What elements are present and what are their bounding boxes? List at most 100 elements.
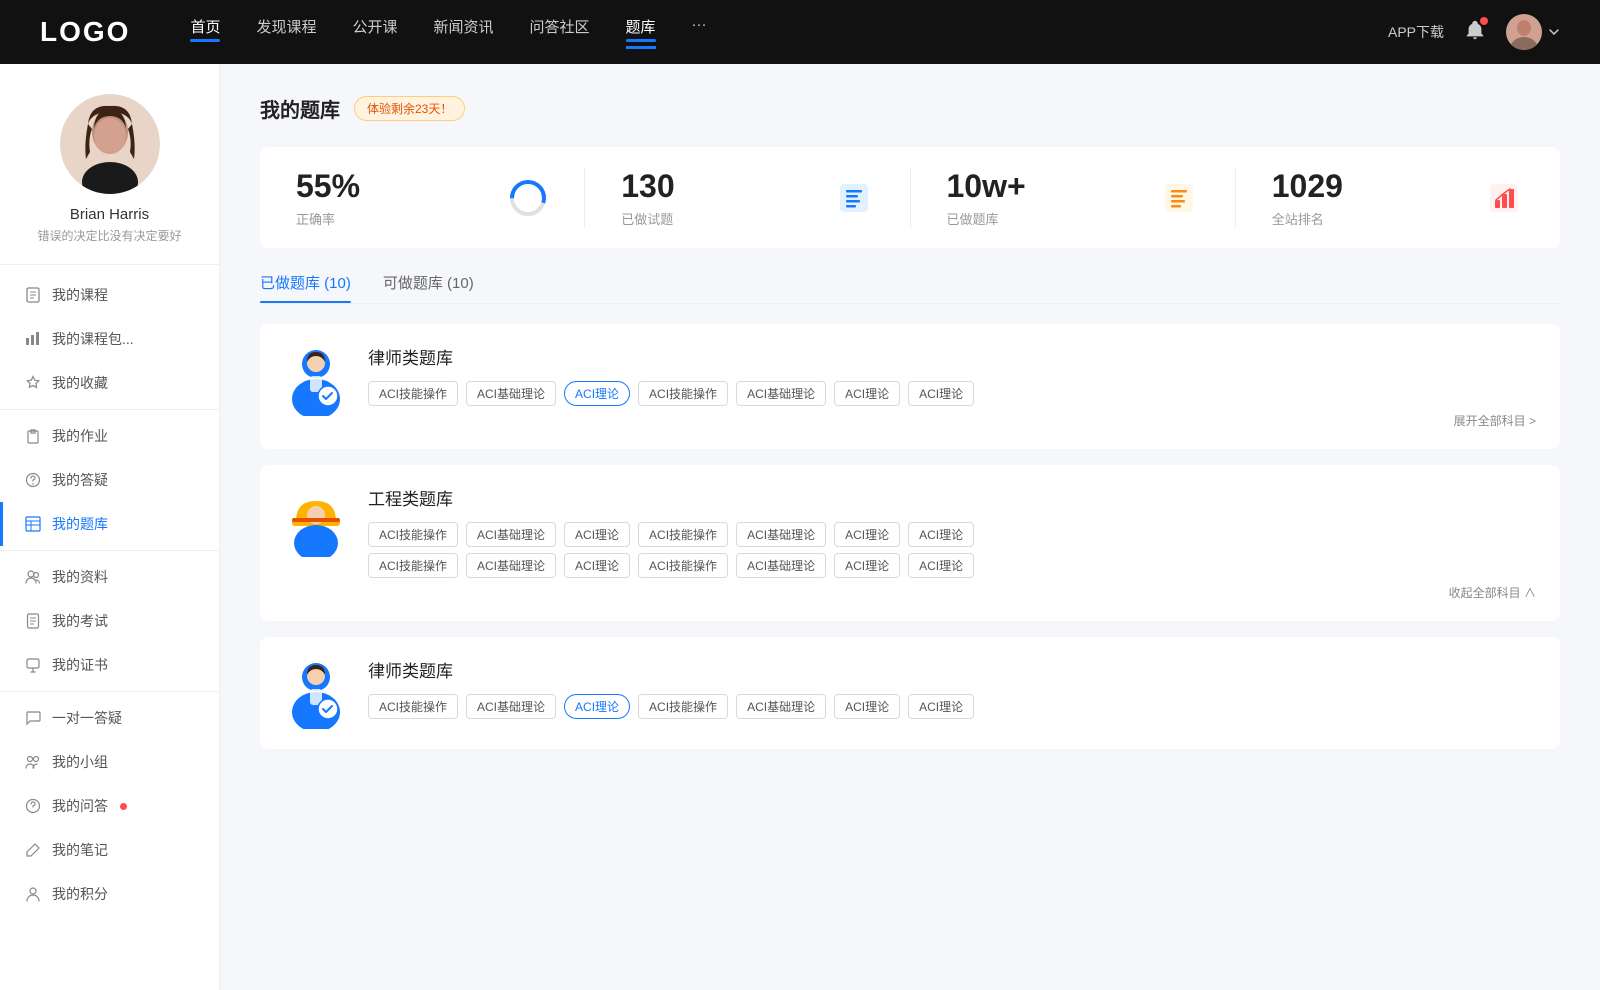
nav-item-open-course[interactable]: 公开课 bbox=[352, 16, 397, 49]
sidebar-item-profile[interactable]: 我的资料 bbox=[0, 555, 219, 599]
stat-text: 1029 全站排名 bbox=[1272, 167, 1484, 228]
tag-item[interactable]: ACI理论 bbox=[564, 553, 630, 578]
sidebar-label: 我的考试 bbox=[52, 611, 108, 631]
profile-avatar-image bbox=[60, 94, 160, 194]
tag-item[interactable]: ACI技能操作 bbox=[638, 522, 728, 547]
sidebar-label: 我的证书 bbox=[52, 655, 108, 675]
users-icon bbox=[24, 753, 42, 771]
sidebar-item-exam[interactable]: 我的考试 bbox=[0, 599, 219, 643]
tag-item[interactable]: ACI技能操作 bbox=[368, 381, 458, 406]
chevron-down-icon bbox=[1548, 26, 1560, 38]
tag-item[interactable]: ACI理论 bbox=[834, 694, 900, 719]
bank-icon-lawyer-2 bbox=[284, 657, 348, 729]
tag-item[interactable]: ACI理论 bbox=[908, 694, 974, 719]
chart-bar-icon bbox=[24, 330, 42, 348]
nav-item-more[interactable]: ··· bbox=[692, 16, 707, 49]
table-icon bbox=[24, 515, 42, 533]
sidebar-item-answers[interactable]: 我的答疑 bbox=[0, 458, 219, 502]
pen-icon bbox=[24, 841, 42, 859]
tags-row-1: ACI技能操作 ACI基础理论 ACI理论 ACI技能操作 ACI基础理论 AC… bbox=[368, 381, 1536, 406]
profile-name: Brian Harris bbox=[70, 206, 149, 223]
tag-item[interactable]: ACI技能操作 bbox=[368, 694, 458, 719]
sidebar-label: 我的笔记 bbox=[52, 840, 108, 860]
tag-item[interactable]: ACI理论 bbox=[834, 553, 900, 578]
sidebar-item-courses[interactable]: 我的课程 bbox=[0, 273, 219, 317]
app-download-link[interactable]: APP下载 bbox=[1388, 22, 1444, 42]
stat-value: 1029 bbox=[1272, 167, 1484, 205]
trial-badge: 体验剩余23天！ bbox=[354, 96, 465, 121]
sidebar-item-group[interactable]: 我的小组 bbox=[0, 740, 219, 784]
bank-name: 律师类题库 bbox=[368, 657, 1536, 682]
sidebar-label: 我的收藏 bbox=[52, 373, 108, 393]
bank-info: 工程类题库 ACI技能操作 ACI基础理论 ACI理论 ACI技能操作 ACI基… bbox=[368, 485, 1536, 601]
file-text-icon bbox=[24, 612, 42, 630]
stat-ranking: 1029 全站排名 bbox=[1236, 167, 1560, 228]
tag-item[interactable]: ACI基础理论 bbox=[736, 522, 826, 547]
question-circle-icon bbox=[24, 471, 42, 489]
tag-item[interactable]: ACI基础理论 bbox=[736, 694, 826, 719]
stat-text: 55% 正确率 bbox=[296, 167, 508, 228]
stat-value: 130 bbox=[621, 167, 833, 205]
tag-item[interactable]: ACI理论 bbox=[834, 522, 900, 547]
stat-value: 55% bbox=[296, 167, 508, 205]
tag-item[interactable]: ACI技能操作 bbox=[638, 553, 728, 578]
tags-row-1: ACI技能操作 ACI基础理论 ACI理论 ACI技能操作 ACI基础理论 AC… bbox=[368, 522, 1536, 547]
tag-item[interactable]: ACI理论 bbox=[834, 381, 900, 406]
notification-bell[interactable] bbox=[1464, 19, 1486, 46]
sidebar-label: 我的积分 bbox=[52, 884, 108, 904]
nav-item-bank[interactable]: 题库 bbox=[626, 16, 656, 49]
tag-item[interactable]: ACI理论 bbox=[908, 522, 974, 547]
stat-label: 全站排名 bbox=[1272, 209, 1484, 228]
nav-item-news[interactable]: 新闻资讯 bbox=[434, 16, 494, 49]
tag-item[interactable]: ACI技能操作 bbox=[368, 553, 458, 578]
nav-item-discover[interactable]: 发现课程 bbox=[256, 16, 316, 49]
profile-motto: 错误的决定比没有决定要好 bbox=[37, 227, 181, 244]
sidebar-item-1on1[interactable]: 一对一答疑 bbox=[0, 696, 219, 740]
sidebar-item-qna[interactable]: 我的问答 bbox=[0, 784, 219, 828]
tag-item[interactable]: ACI基础理论 bbox=[736, 381, 826, 406]
tag-item[interactable]: ACI理论 bbox=[564, 522, 630, 547]
tag-item-active[interactable]: ACI理论 bbox=[564, 381, 630, 406]
sidebar-item-notes[interactable]: 我的笔记 bbox=[0, 828, 219, 872]
tag-item[interactable]: ACI基础理论 bbox=[466, 381, 556, 406]
tag-item[interactable]: ACI技能操作 bbox=[368, 522, 458, 547]
tab-done-banks[interactable]: 已做题库 (10) bbox=[260, 272, 351, 303]
sidebar-menu: 我的课程 我的课程包... 我的收藏 bbox=[0, 265, 219, 924]
unread-dot bbox=[120, 803, 127, 810]
expand-link[interactable]: 展开全部科目 > bbox=[368, 412, 1536, 429]
nav-item-qa[interactable]: 问答社区 bbox=[530, 16, 590, 49]
navbar-logo: LOGO bbox=[40, 16, 130, 48]
tab-available-banks[interactable]: 可做题库 (10) bbox=[383, 272, 474, 303]
lawyer-svg-icon bbox=[284, 344, 348, 416]
pie-chart-icon bbox=[508, 178, 548, 218]
tag-item[interactable]: ACI基础理论 bbox=[736, 553, 826, 578]
avatar-icon bbox=[1506, 14, 1542, 50]
tag-item[interactable]: ACI基础理论 bbox=[466, 553, 556, 578]
sidebar-item-question-bank[interactable]: 我的题库 bbox=[0, 502, 219, 546]
sidebar-item-course-package[interactable]: 我的课程包... bbox=[0, 317, 219, 361]
sidebar-item-favorites[interactable]: 我的收藏 bbox=[0, 361, 219, 405]
badge-icon bbox=[24, 656, 42, 674]
tag-item[interactable]: ACI技能操作 bbox=[638, 694, 728, 719]
tag-item[interactable]: ACI技能操作 bbox=[638, 381, 728, 406]
clipboard-icon bbox=[24, 427, 42, 445]
sidebar-label: 我的资料 bbox=[52, 567, 108, 587]
tags-row-2: ACI技能操作 ACI基础理论 ACI理论 ACI技能操作 ACI基础理论 AC… bbox=[368, 553, 1536, 578]
user-avatar-dropdown[interactable] bbox=[1506, 14, 1560, 50]
tag-item[interactable]: ACI理论 bbox=[908, 381, 974, 406]
collapse-link[interactable]: 收起全部科目 ∧ bbox=[368, 584, 1536, 601]
tag-item[interactable]: ACI理论 bbox=[908, 553, 974, 578]
navbar-avatar bbox=[1506, 14, 1542, 50]
main-layout: Brian Harris 错误的决定比没有决定要好 我的课程 我的课程包... bbox=[0, 64, 1600, 990]
sidebar-item-certificate[interactable]: 我的证书 bbox=[0, 643, 219, 687]
tag-item[interactable]: ACI基础理论 bbox=[466, 694, 556, 719]
bar-chart-red-icon bbox=[1484, 178, 1524, 218]
page-header: 我的题库 体验剩余23天！ bbox=[260, 94, 1560, 123]
sidebar-item-points[interactable]: 我的积分 bbox=[0, 872, 219, 916]
sidebar-item-homework[interactable]: 我的作业 bbox=[0, 414, 219, 458]
sidebar-divider bbox=[0, 691, 219, 692]
nav-item-home[interactable]: 首页 bbox=[190, 16, 220, 49]
tag-item-active[interactable]: ACI理论 bbox=[564, 694, 630, 719]
chat-icon bbox=[24, 709, 42, 727]
tag-item[interactable]: ACI基础理论 bbox=[466, 522, 556, 547]
